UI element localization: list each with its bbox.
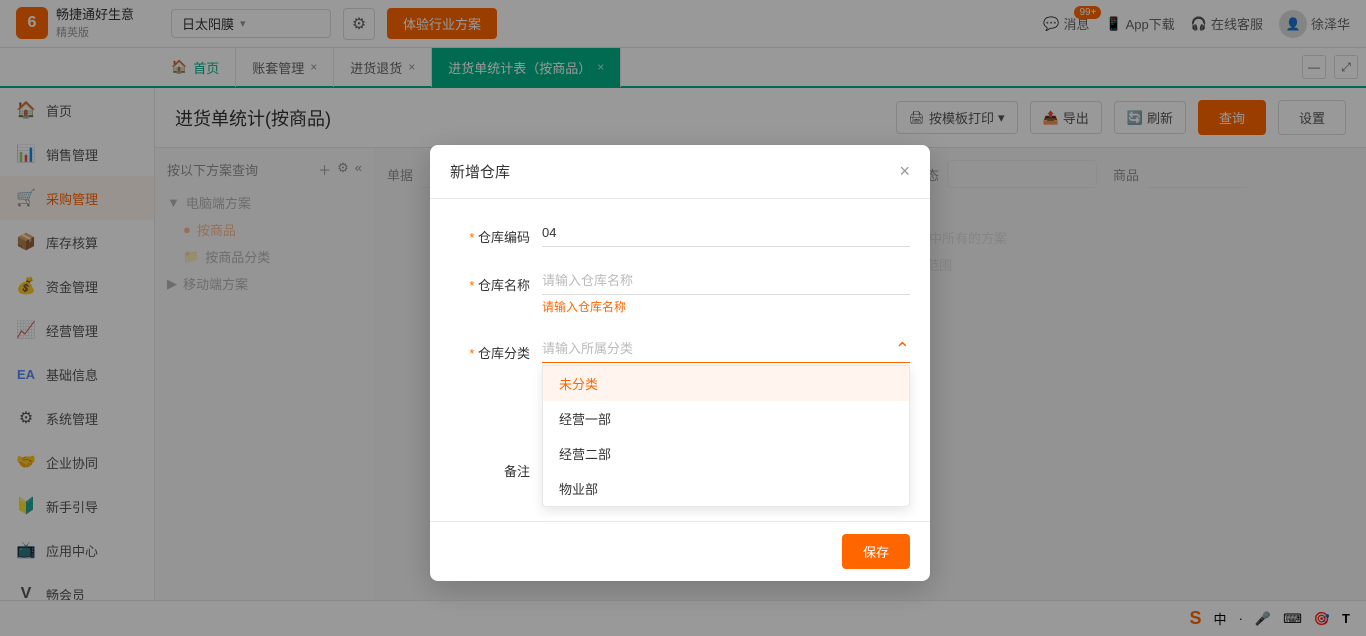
code-row: 仓库编码 <box>450 219 910 247</box>
code-input-wrapper <box>542 219 910 247</box>
category-label: 仓库分类 <box>450 335 530 362</box>
category-input-wrapper: ⌃ 未分类 经营一部 经营二部 物业部 <box>542 335 910 363</box>
chevron-up-icon[interactable]: ⌃ <box>895 339 910 360</box>
dropdown-item-unclassified[interactable]: 未分类 <box>543 366 909 401</box>
category-dropdown: 未分类 经营一部 经营二部 物业部 <box>542 365 910 507</box>
modal-title: 新增仓库 <box>450 161 510 182</box>
dropdown-item-dept2[interactable]: 经营二部 <box>543 436 909 471</box>
name-row: 仓库名称 请输入仓库名称 <box>450 267 910 315</box>
name-input-wrapper: 请输入仓库名称 <box>542 267 910 315</box>
code-input[interactable] <box>542 219 910 247</box>
name-error-text: 请输入仓库名称 <box>542 298 910 315</box>
modal-body: 仓库编码 仓库名称 请输入仓库名称 仓库分类 ⌃ <box>430 199 930 521</box>
name-input[interactable] <box>542 267 910 295</box>
dropdown-item-dept3[interactable]: 物业部 <box>543 471 909 506</box>
category-row: 仓库分类 ⌃ 未分类 经营一部 经营二部 物业部 <box>450 335 910 363</box>
modal-close-button[interactable]: × <box>899 161 910 182</box>
new-warehouse-modal: 新增仓库 × 仓库编码 仓库名称 请输入仓库名称 仓库分类 <box>430 145 930 581</box>
modal-header: 新增仓库 × <box>430 145 930 199</box>
modal-overlay: 新增仓库 × 仓库编码 仓库名称 请输入仓库名称 仓库分类 <box>0 0 1366 636</box>
remark-label: 备注 <box>450 453 530 480</box>
dropdown-item-dept1[interactable]: 经营一部 <box>543 401 909 436</box>
modal-footer: 保存 <box>430 521 930 581</box>
name-label: 仓库名称 <box>450 267 530 294</box>
save-button[interactable]: 保存 <box>842 534 910 569</box>
code-label: 仓库编码 <box>450 219 530 246</box>
category-input[interactable] <box>542 335 910 363</box>
category-field-container: ⌃ <box>542 335 910 363</box>
